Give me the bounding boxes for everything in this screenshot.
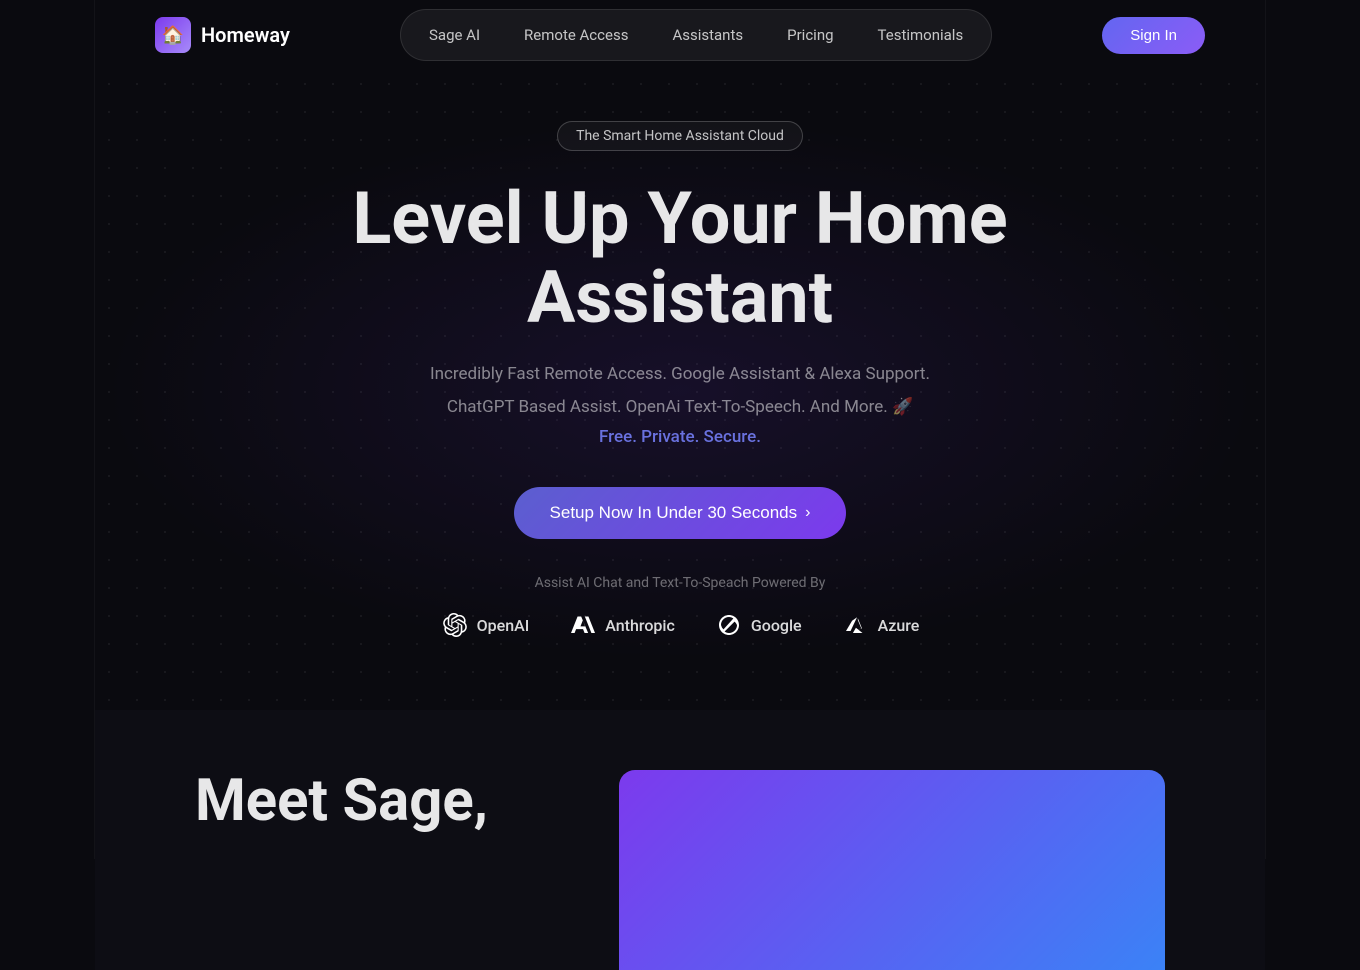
anthropic-label: Anthropic: [605, 616, 675, 635]
google-icon: [715, 611, 743, 639]
nav-links: Sage AI Remote Access Assistants Pricing…: [400, 9, 992, 61]
nav-remote-access[interactable]: Remote Access: [504, 18, 648, 52]
brand-name: Homeway: [201, 23, 290, 47]
meet-sage-visual: [619, 770, 1165, 970]
hero-subtitle-1: Incredibly Fast Remote Access. Google As…: [430, 361, 930, 388]
navbar: 🏠 Homeway Sage AI Remote Access Assistan…: [95, 0, 1265, 70]
meet-sage-title: Meet Sage,: [195, 770, 559, 834]
partner-anthropic: Anthropic: [569, 611, 675, 639]
openai-label: OpenAI: [477, 616, 530, 635]
cta-label: Setup Now In Under 30 Seconds: [550, 503, 798, 523]
right-sidebar: [1265, 0, 1360, 859]
hero-content: The Smart Home Assistant Cloud Level Up …: [230, 121, 1130, 640]
partner-google: Google: [715, 611, 802, 639]
openai-icon: [441, 611, 469, 639]
hero-badge: The Smart Home Assistant Cloud: [557, 121, 803, 151]
logo-icon: 🏠: [155, 17, 191, 53]
google-label: Google: [751, 616, 802, 635]
azure-label: Azure: [878, 616, 920, 635]
hero-section: The Smart Home Assistant Cloud Level Up …: [95, 70, 1265, 710]
meet-sage-section: Meet Sage,: [95, 710, 1265, 970]
ai-partners: OpenAI Anthropic: [441, 611, 920, 639]
logo[interactable]: 🏠 Homeway: [155, 17, 290, 53]
left-sidebar: [0, 0, 95, 859]
cta-button[interactable]: Setup Now In Under 30 Seconds ›: [514, 487, 847, 539]
azure-icon: [842, 611, 870, 639]
partner-openai: OpenAI: [441, 611, 530, 639]
hero-subtitle-2: ChatGPT Based Assist. OpenAi Text-To-Spe…: [447, 394, 913, 421]
sign-in-button[interactable]: Sign In: [1102, 17, 1205, 54]
nav-assistants[interactable]: Assistants: [652, 18, 763, 52]
hero-tagline: Free. Private. Secure.: [599, 427, 761, 447]
nav-testimonials[interactable]: Testimonials: [858, 18, 984, 52]
partner-azure: Azure: [842, 611, 920, 639]
nav-sage-ai[interactable]: Sage AI: [409, 18, 500, 52]
meet-sage-left: Meet Sage,: [195, 770, 559, 834]
powered-by-text: Assist AI Chat and Text-To-Speach Powere…: [535, 575, 826, 591]
hero-title: Level Up Your Home Assistant: [230, 179, 1130, 337]
nav-pricing[interactable]: Pricing: [767, 18, 853, 52]
cta-arrow-icon: ›: [805, 504, 810, 522]
anthropic-icon: [569, 611, 597, 639]
